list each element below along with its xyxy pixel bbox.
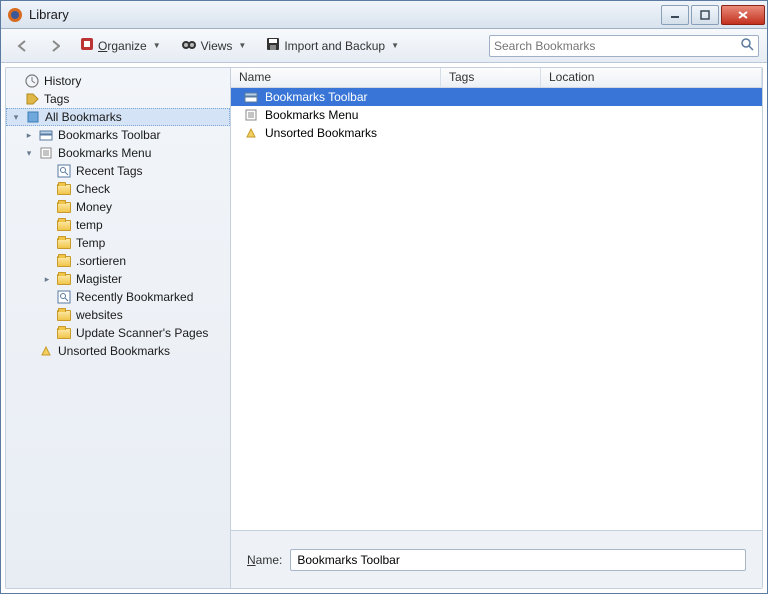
tree-label: Recently Bookmarked [76, 290, 193, 304]
tree-label: temp [76, 218, 103, 232]
expand-toggle[interactable]: ▸ [42, 274, 52, 285]
row-label: Bookmarks Menu [265, 108, 358, 122]
chevron-down-icon: ▼ [391, 41, 399, 50]
tree-item-sortieren[interactable]: .sortieren [6, 252, 230, 270]
tree-label: Check [76, 182, 110, 196]
chevron-down-icon: ▼ [153, 41, 161, 50]
titlebar[interactable]: Library [1, 1, 767, 29]
tree-item-recent-tags[interactable]: Recent Tags [6, 162, 230, 180]
tree-item-tags[interactable]: Tags [6, 90, 230, 108]
tree-item-recently-bookmarked[interactable]: Recently Bookmarked [6, 288, 230, 306]
search-list-icon [56, 289, 72, 305]
sidebar-tree[interactable]: History Tags ▾ All Bookmarks ▸ Bookmarks… [6, 68, 231, 588]
unsorted-icon [243, 125, 259, 141]
folder-icon [56, 181, 72, 197]
library-window: Library OOrganizerganize ▼ Views ▼ Impor… [0, 0, 768, 594]
folder-icon [56, 253, 72, 269]
tree-item-bookmarks-toolbar[interactable]: ▸ Bookmarks Toolbar [6, 126, 230, 144]
folder-icon [56, 307, 72, 323]
tree-label: .sortieren [76, 254, 126, 268]
tree-item-all-bookmarks[interactable]: ▾ All Bookmarks [6, 108, 230, 126]
views-button[interactable]: Views ▼ [174, 34, 254, 58]
window-title: Library [29, 7, 659, 22]
name-label: Name: [247, 553, 282, 567]
row-label: Bookmarks Toolbar [265, 90, 368, 104]
import-backup-label: Import and Backup [284, 39, 385, 53]
collapse-toggle[interactable]: ▾ [24, 148, 34, 159]
tree-item-temp-lc[interactable]: temp [6, 216, 230, 234]
folder-icon [56, 271, 72, 287]
import-backup-button[interactable]: Import and Backup ▼ [259, 34, 406, 58]
tree-label: Bookmarks Toolbar [58, 128, 161, 142]
bookmarks-icon [25, 109, 41, 125]
list-row-unsorted[interactable]: Unsorted Bookmarks [231, 124, 762, 142]
row-label: Unsorted Bookmarks [265, 126, 377, 140]
minimize-button[interactable] [661, 5, 689, 25]
menu-icon [38, 145, 54, 161]
back-button[interactable] [9, 34, 35, 58]
tree-label: All Bookmarks [45, 110, 122, 124]
tree-item-update-scanner[interactable]: Update Scanner's Pages [6, 324, 230, 342]
list-row-bookmarks-menu[interactable]: Bookmarks Menu [231, 106, 762, 124]
tree-label: Recent Tags [76, 164, 143, 178]
maximize-button[interactable] [691, 5, 719, 25]
column-headers: Name Tags Location [231, 68, 762, 88]
organize-icon [80, 37, 94, 54]
search-list-icon [56, 163, 72, 179]
tree-label: Unsorted Bookmarks [58, 344, 170, 358]
tree-item-money[interactable]: Money [6, 198, 230, 216]
tag-icon [24, 91, 40, 107]
collapse-toggle[interactable]: ▾ [11, 112, 21, 123]
menu-icon [243, 107, 259, 123]
binoculars-icon [181, 37, 197, 54]
tree-item-check[interactable]: Check [6, 180, 230, 198]
folder-icon [56, 235, 72, 251]
close-button[interactable] [721, 5, 765, 25]
tree-item-magister[interactable]: ▸ Magister [6, 270, 230, 288]
tree-label: Temp [76, 236, 105, 250]
folder-icon [56, 217, 72, 233]
tree-item-temp-uc[interactable]: Temp [6, 234, 230, 252]
list-row-bookmarks-toolbar[interactable]: Bookmarks Toolbar [231, 88, 762, 106]
firefox-icon [7, 7, 23, 23]
unsorted-icon [38, 343, 54, 359]
details-pane: Name: Name: [231, 530, 762, 588]
body-area: History Tags ▾ All Bookmarks ▸ Bookmarks… [5, 67, 763, 589]
organize-button[interactable]: OOrganizerganize ▼ [73, 34, 168, 58]
tree-label: Bookmarks Menu [58, 146, 151, 160]
toolbar-icon [38, 127, 54, 143]
clock-icon [24, 73, 40, 89]
toolbar: OOrganizerganize ▼ Views ▼ Import and Ba… [1, 29, 767, 63]
tree-item-history[interactable]: History [6, 72, 230, 90]
forward-button[interactable] [41, 34, 67, 58]
folder-icon [56, 199, 72, 215]
chevron-down-icon: ▼ [238, 41, 246, 50]
views-label: Views [201, 39, 233, 53]
bookmarks-list[interactable]: Bookmarks Toolbar Bookmarks Menu Unsorte… [231, 88, 762, 530]
window-controls [659, 5, 765, 25]
column-header-location[interactable]: Location [541, 68, 762, 87]
tree-label: Magister [76, 272, 122, 286]
search-input[interactable] [494, 39, 740, 53]
folder-icon [56, 325, 72, 341]
name-field[interactable] [290, 549, 746, 571]
expand-toggle[interactable]: ▸ [24, 130, 34, 141]
save-icon [266, 37, 280, 54]
tree-item-bookmarks-menu[interactable]: ▾ Bookmarks Menu [6, 144, 230, 162]
column-header-tags[interactable]: Tags [441, 68, 541, 87]
tree-item-websites[interactable]: websites [6, 306, 230, 324]
tree-label: Tags [44, 92, 69, 106]
main-pane: Name Tags Location Bookmarks Toolbar Boo… [231, 68, 762, 588]
search-icon[interactable] [740, 37, 754, 54]
tree-label: Money [76, 200, 112, 214]
column-header-name[interactable]: Name [231, 68, 441, 87]
toolbar-icon [243, 89, 259, 105]
tree-label: Update Scanner's Pages [76, 326, 208, 340]
search-box[interactable] [489, 35, 759, 57]
tree-label: websites [76, 308, 123, 322]
tree-label: History [44, 74, 81, 88]
tree-item-unsorted[interactable]: Unsorted Bookmarks [6, 342, 230, 360]
